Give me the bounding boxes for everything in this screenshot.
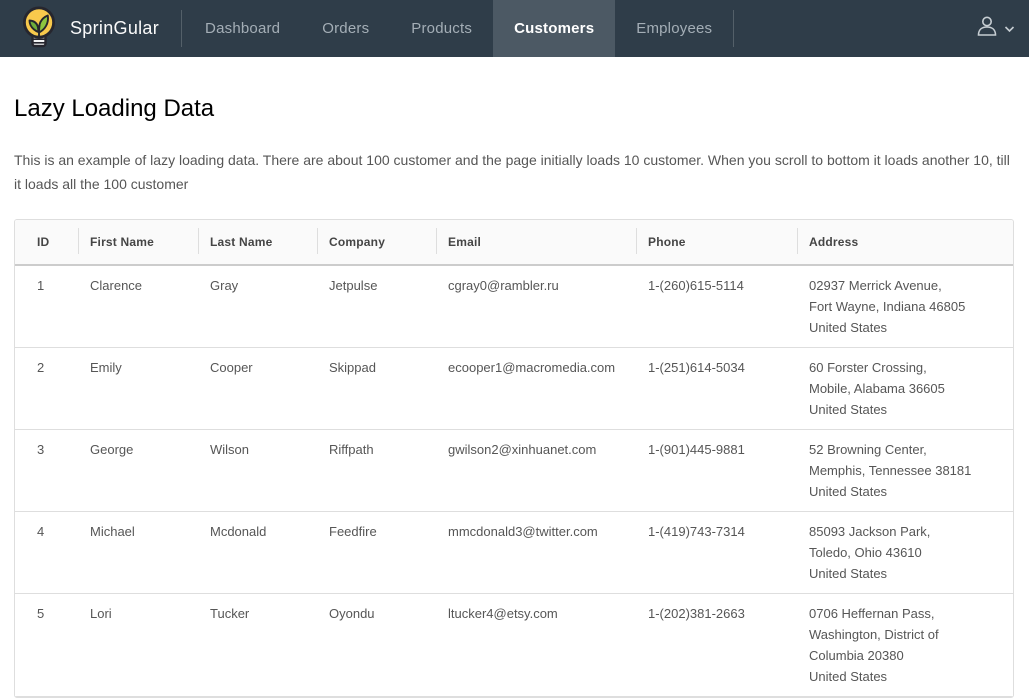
table-row: 2EmilyCooperSkippadecooper1@macromedia.c… [15,348,1013,430]
cell-company: Jetpulse [317,265,436,348]
page-description: This is an example of lazy loading data.… [14,148,1014,196]
cell-email: ecooper1@macromedia.com [436,348,636,430]
nav-items: DashboardOrdersProductsCustomersEmployee… [184,0,733,57]
page-title: Lazy Loading Data [14,95,1015,123]
column-header-company: Company [317,220,436,265]
table-row: 3GeorgeWilsonRiffpathgwilson2@xinhuanet.… [15,430,1013,512]
column-header-phone: Phone [636,220,797,265]
user-menu[interactable] [974,0,1029,57]
main-content: Lazy Loading Data This is an example of … [0,95,1029,698]
cell-company: Feedfire [317,512,436,594]
nav-item-customers[interactable]: Customers [493,0,615,57]
cell-last_name: Mcdonald [198,512,317,594]
cell-id: 5 [15,594,78,697]
lightbulb-leaf-logo-icon [18,6,60,52]
nav-item-dashboard[interactable]: Dashboard [184,0,301,57]
column-header-last_name: Last Name [198,220,317,265]
cell-id: 2 [15,348,78,430]
table-header-row: IDFirst NameLast NameCompanyEmailPhoneAd… [15,220,1013,265]
user-icon [974,13,1000,44]
brand-name: SprinGular [70,18,159,39]
cell-company: Oyondu [317,594,436,697]
cell-address: 85093 Jackson Park, Toledo, Ohio 43610 U… [797,512,1013,594]
cell-id: 1 [15,265,78,348]
cell-email: mmcdonald3@twitter.com [436,512,636,594]
navbar-divider [181,10,182,47]
customers-table: IDFirst NameLast NameCompanyEmailPhoneAd… [15,220,1013,697]
cell-last_name: Gray [198,265,317,348]
brand[interactable]: SprinGular [0,0,181,57]
table-row: 5LoriTuckerOyondultucker4@etsy.com1-(202… [15,594,1013,697]
nav-item-orders[interactable]: Orders [301,0,390,57]
cell-address: 52 Browning Center, Memphis, Tennessee 3… [797,430,1013,512]
navbar: SprinGular DashboardOrdersProductsCustom… [0,0,1029,57]
cell-phone: 1-(419)743-7314 [636,512,797,594]
cell-first_name: Michael [78,512,198,594]
cell-phone: 1-(202)381-2663 [636,594,797,697]
nav-item-employees[interactable]: Employees [615,0,733,57]
navbar-divider-right [733,10,734,47]
cell-last_name: Cooper [198,348,317,430]
cell-company: Skippad [317,348,436,430]
cell-company: Riffpath [317,430,436,512]
cell-phone: 1-(901)445-9881 [636,430,797,512]
cell-address: 02937 Merrick Avenue, Fort Wayne, Indian… [797,265,1013,348]
column-header-email: Email [436,220,636,265]
cell-email: ltucker4@etsy.com [436,594,636,697]
cell-first_name: Lori [78,594,198,697]
column-header-id: ID [15,220,78,265]
cell-address: 60 Forster Crossing, Mobile, Alabama 366… [797,348,1013,430]
cell-id: 4 [15,512,78,594]
cell-id: 3 [15,430,78,512]
column-header-first_name: First Name [78,220,198,265]
cell-email: cgray0@rambler.ru [436,265,636,348]
chevron-down-icon [1004,20,1015,38]
cell-first_name: Emily [78,348,198,430]
cell-email: gwilson2@xinhuanet.com [436,430,636,512]
table-row: 4MichaelMcdonaldFeedfiremmcdonald3@twitt… [15,512,1013,594]
cell-last_name: Tucker [198,594,317,697]
cell-phone: 1-(251)614-5034 [636,348,797,430]
customers-datagrid: IDFirst NameLast NameCompanyEmailPhoneAd… [14,219,1014,698]
cell-address: 0706 Heffernan Pass, Washington, Distric… [797,594,1013,697]
cell-phone: 1-(260)615-5114 [636,265,797,348]
cell-first_name: George [78,430,198,512]
table-body: 1ClarenceGrayJetpulsecgray0@rambler.ru1-… [15,265,1013,697]
column-header-address: Address [797,220,1013,265]
cell-last_name: Wilson [198,430,317,512]
table-row: 1ClarenceGrayJetpulsecgray0@rambler.ru1-… [15,265,1013,348]
cell-first_name: Clarence [78,265,198,348]
nav-item-products[interactable]: Products [390,0,493,57]
